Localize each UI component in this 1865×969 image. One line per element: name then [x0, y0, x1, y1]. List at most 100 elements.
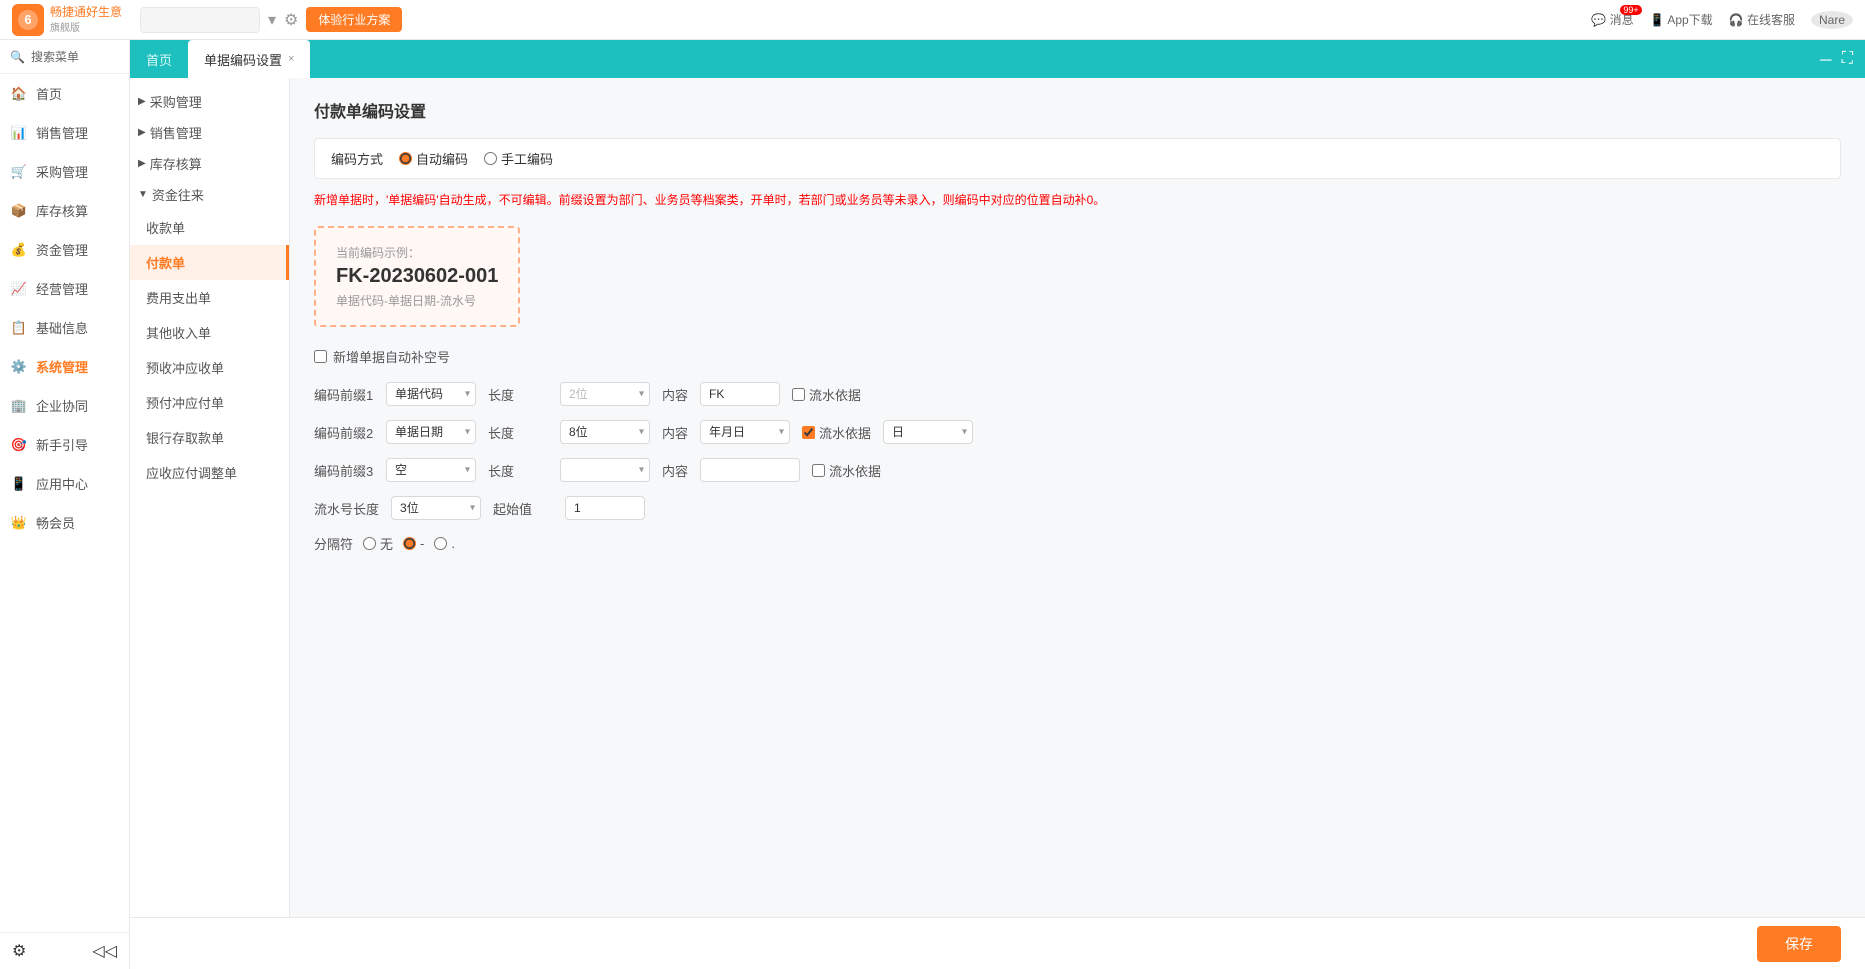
sep-none-label: 无	[380, 534, 393, 553]
sidebar-item-inventory[interactable]: 📦 库存核算	[0, 191, 129, 230]
start-value-label: 起始值	[493, 499, 553, 518]
flow1-checkbox[interactable]	[792, 388, 805, 401]
prefix-row-2: 编码前缀2 单据日期 长度 8位 内容	[314, 420, 1841, 444]
content1-label: 内容	[662, 385, 688, 404]
period-select[interactable]: 日	[883, 420, 973, 444]
app-label: App下载	[1667, 13, 1712, 27]
appstore-icon: 📱	[10, 476, 28, 492]
sidebar: 🔍 搜索菜单 🏠 首页 📊 销售管理 🛒 采购管理 📦 库存核算 💰 资金管理 …	[0, 40, 130, 969]
tab-encoding-label: 单据编码设置	[204, 50, 282, 69]
content2-label: 内容	[662, 423, 688, 442]
settings-gear-icon[interactable]: ⚙	[12, 941, 26, 961]
dropdown-icon[interactable]: ▾	[268, 10, 276, 30]
sidebar-label-company: 企业协同	[36, 396, 88, 415]
prefix3-select[interactable]: 空	[386, 458, 476, 482]
subnav-item-prepay[interactable]: 预付冲应付单	[130, 385, 289, 420]
page-title: 付款单编码设置	[314, 98, 1841, 122]
subnav-item-other-income[interactable]: 其他收入单	[130, 315, 289, 350]
finance-icon: 💰	[10, 242, 28, 258]
sub-nav: ▶ 采购管理 ▶ 销售管理 ▶ 库存核算 ▼ 资金往来 收款单	[130, 78, 290, 917]
subnav-group-inventory[interactable]: ▶ 库存核算	[130, 148, 289, 179]
sidebar-item-sales[interactable]: 📊 销售管理	[0, 113, 129, 152]
sep-none-radio[interactable]: 无	[363, 534, 393, 553]
preview-label: 当前编码示例：	[336, 244, 498, 261]
flow3-checkbox[interactable]	[812, 464, 825, 477]
settings-icon[interactable]: ⚙	[284, 10, 298, 30]
sidebar-item-system[interactable]: ⚙️ 系统管理	[0, 347, 129, 386]
message-label: 消息	[1610, 13, 1634, 27]
auto-fill-row: 新增单据自动补空号	[314, 347, 1841, 366]
sidebar-item-home[interactable]: 🏠 首页	[0, 74, 129, 113]
flow-length-select[interactable]: 3位	[391, 496, 481, 520]
app-icon: 📱	[1650, 13, 1665, 27]
sidebar-item-member[interactable]: 👑 畅会员	[0, 503, 129, 542]
minimize-icon[interactable]: －	[1818, 47, 1834, 71]
prefix2-select-wrapper: 单据日期	[386, 420, 476, 444]
content2-select[interactable]: 年月日	[700, 420, 790, 444]
user-avatar[interactable]: Nare	[1811, 13, 1853, 27]
company-selector[interactable]	[140, 7, 260, 33]
flow2-checkbox[interactable]	[802, 426, 815, 439]
sep-dash-radio[interactable]: -	[403, 536, 424, 551]
subnav-group-purchase-label: 采购管理	[150, 92, 202, 111]
prefix1-select-wrapper: 单据代码	[386, 382, 476, 406]
sidebar-item-basic[interactable]: 📋 基础信息	[0, 308, 129, 347]
tab-encoding[interactable]: 单据编码设置 ×	[188, 40, 310, 78]
sidebar-item-operation[interactable]: 📈 经营管理	[0, 269, 129, 308]
home-icon: 🏠	[10, 86, 28, 102]
arrow-down-icon: ▼	[138, 189, 148, 200]
length3-select[interactable]	[560, 458, 650, 482]
prefix2-select[interactable]: 单据日期	[386, 420, 476, 444]
sidebar-item-guide[interactable]: 🎯 新手引导	[0, 425, 129, 464]
service-icon: 🎧	[1729, 13, 1744, 27]
search-menu[interactable]: 🔍 搜索菜单	[0, 40, 129, 74]
length1-select[interactable]: 2位	[560, 382, 650, 406]
subnav-item-payment[interactable]: 付款单	[130, 245, 289, 280]
logo-sub: 旗舰版	[50, 19, 122, 34]
sidebar-item-finance[interactable]: 💰 资金管理	[0, 230, 129, 269]
subnav-item-adjust[interactable]: 应收应付调整单	[130, 455, 289, 490]
tab-home[interactable]: 首页	[130, 40, 188, 78]
sidebar-item-purchase[interactable]: 🛒 采购管理	[0, 152, 129, 191]
subnav-group-sales[interactable]: ▶ 销售管理	[130, 117, 289, 148]
top-bar-left: 6 畅捷通好生意 旗舰版 ▾ ⚙ 体验行业方案	[12, 4, 402, 36]
message-btn[interactable]: 💬 消息 99+	[1591, 11, 1633, 28]
subnav-item-prereceive[interactable]: 预收冲应收单	[130, 350, 289, 385]
app-download-btn[interactable]: 📱 App下载	[1650, 11, 1713, 28]
subnav-item-expense[interactable]: 费用支出单	[130, 280, 289, 315]
maximize-icon[interactable]: ⛶	[1842, 50, 1853, 68]
sep-dot-radio[interactable]: .	[434, 536, 455, 551]
collapse-icon[interactable]: ◁◁	[92, 941, 117, 961]
subnav-item-receipt[interactable]: 收款单	[130, 210, 289, 245]
length3-select-wrapper	[560, 458, 650, 482]
sidebar-label-member: 畅会员	[36, 513, 75, 532]
auto-encoding-radio[interactable]: 自动编码	[399, 149, 468, 168]
subnav-group-purchase[interactable]: ▶ 采购管理	[130, 86, 289, 117]
length2-select[interactable]: 8位	[560, 420, 650, 444]
content-wrapper: ▶ 采购管理 ▶ 销售管理 ▶ 库存核算 ▼ 资金往来 收款单	[130, 78, 1865, 917]
length2-label: 长度	[488, 423, 548, 442]
subnav-group-cashflow[interactable]: ▼ 资金往来	[130, 179, 289, 210]
period-select-wrapper: 日	[883, 420, 973, 444]
length1-label: 长度	[488, 385, 548, 404]
manual-encoding-radio[interactable]: 手工编码	[484, 149, 553, 168]
content1-input[interactable]	[700, 382, 780, 406]
prefix1-select[interactable]: 单据代码	[386, 382, 476, 406]
service-btn[interactable]: 🎧 在线客服	[1729, 11, 1795, 28]
sidebar-item-appstore[interactable]: 📱 应用中心	[0, 464, 129, 503]
top-bar: 6 畅捷通好生意 旗舰版 ▾ ⚙ 体验行业方案 💬 消息 99+ 📱 App下载…	[0, 0, 1865, 40]
tab-close-icon[interactable]: ×	[288, 53, 294, 65]
save-button[interactable]: 保存	[1757, 926, 1841, 962]
sidebar-item-company[interactable]: 🏢 企业协同	[0, 386, 129, 425]
inventory-icon: 📦	[10, 203, 28, 219]
subnav-item-bank[interactable]: 银行存取款单	[130, 420, 289, 455]
subnav-group-cashflow-label: 资金往来	[152, 185, 204, 204]
start-value-input[interactable]	[565, 496, 645, 520]
username: Nare	[1811, 11, 1853, 29]
svg-text:6: 6	[24, 12, 31, 27]
sidebar-label-purchase: 采购管理	[36, 162, 88, 181]
trial-button[interactable]: 体验行业方案	[306, 7, 402, 32]
auto-fill-checkbox[interactable]	[314, 350, 327, 363]
content3-input[interactable]	[700, 458, 800, 482]
flow3-label: 流水依据	[829, 461, 881, 480]
